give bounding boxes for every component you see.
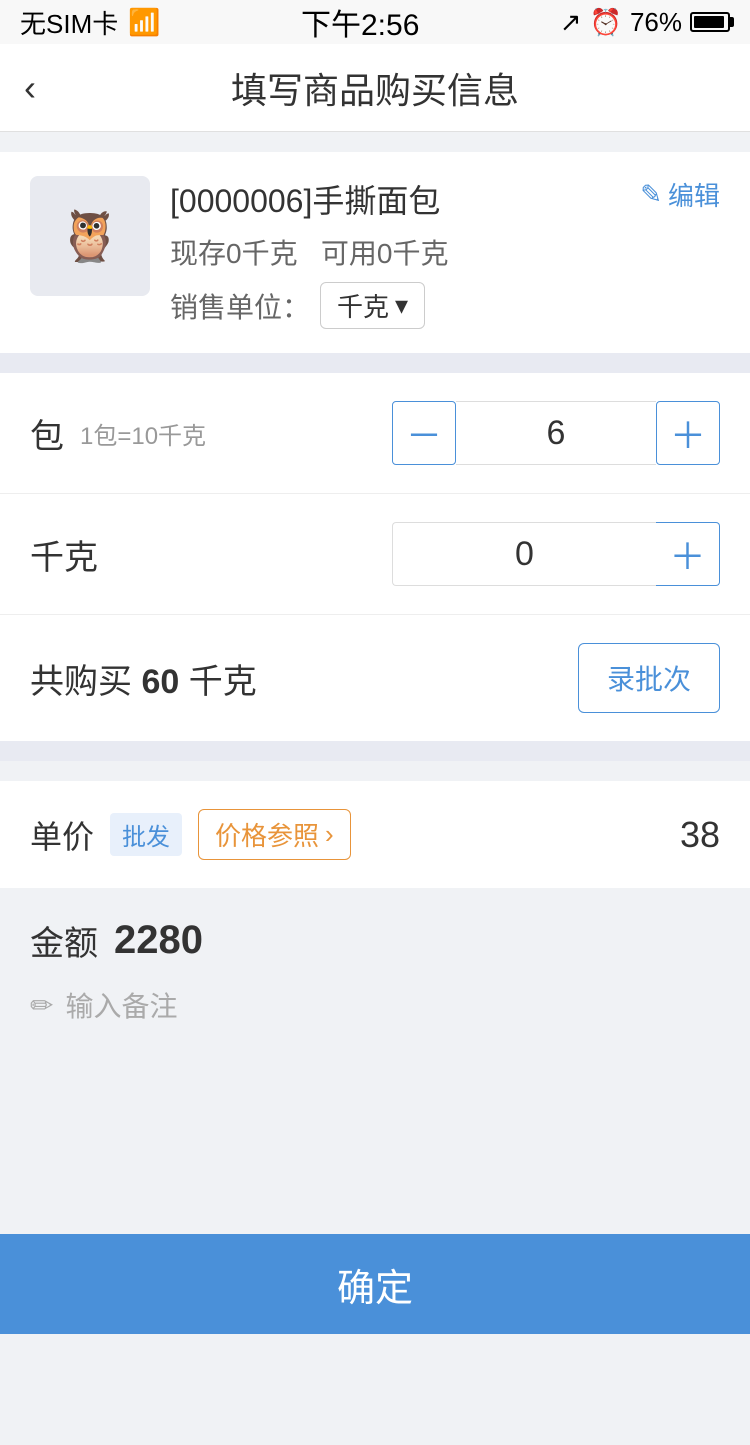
stock-available: 可用0千克 <box>321 238 449 269</box>
product-unit-row: 销售单位： 千克 ▾ <box>170 282 720 329</box>
package-minus-button[interactable]: － <box>392 401 456 465</box>
wifi-icon: 📶 <box>128 7 160 38</box>
carrier-label: 无SIM卡 <box>20 4 118 41</box>
kilogram-label: 千克 <box>30 530 392 579</box>
confirm-button[interactable]: 确定 <box>0 1234 750 1334</box>
summary-unit-text: 千克 <box>189 663 257 701</box>
summary-text: 共购买 60 千克 <box>30 654 257 703</box>
product-card: 🦉 [0000006]手撕面包 现存0千克 可用0千克 销售单位： 千克 ▾ ✎… <box>0 152 750 353</box>
summary-row: 共购买 60 千克 录批次 <box>0 615 750 741</box>
status-time: 下午2:56 <box>301 0 419 44</box>
kilogram-plus-button[interactable]: ＋ <box>656 522 720 586</box>
kilogram-label-text: 千克 <box>30 530 98 579</box>
price-section: 单价 批发 价格参照 › 38 <box>0 781 750 888</box>
price-label: 单价 <box>30 812 94 858</box>
kilogram-quantity-control: ＋ <box>392 522 720 586</box>
amount-row: 金额 2280 <box>30 916 720 965</box>
product-image: 🦉 <box>30 176 150 296</box>
page-title: 填写商品购买信息 <box>231 62 519 114</box>
price-tag: 批发 <box>110 813 182 856</box>
product-info: [0000006]手撕面包 现存0千克 可用0千克 销售单位： 千克 ▾ <box>170 176 720 329</box>
edit-button[interactable]: ✎ 编辑 <box>640 176 720 213</box>
kilogram-input-row: 千克 ＋ <box>0 494 750 615</box>
package-hint: 1包=10千克 <box>80 416 206 451</box>
note-icon: ✏ <box>30 989 53 1022</box>
back-button[interactable]: ‹ <box>24 67 36 109</box>
unit-label: 销售单位： <box>170 286 310 326</box>
status-left: 无SIM卡 📶 <box>20 4 161 41</box>
input-section: 包 1包=10千克 － ＋ 千克 ＋ <box>0 373 750 615</box>
divider-1 <box>0 353 750 373</box>
unit-select[interactable]: 千克 ▾ <box>320 282 425 329</box>
price-ref-button[interactable]: 价格参照 › <box>198 809 351 860</box>
divider-2 <box>0 741 750 761</box>
stock-current: 现存0千克 <box>170 238 298 269</box>
batch-button[interactable]: 录批次 <box>578 643 720 713</box>
nav-bar: ‹ 填写商品购买信息 <box>0 44 750 132</box>
unit-value: 千克 <box>337 287 389 324</box>
location-icon: ↗ <box>560 7 582 38</box>
note-row[interactable]: ✏ 输入备注 <box>30 985 720 1035</box>
summary-prefix: 共购买 <box>30 663 132 701</box>
alarm-icon: ⏰ <box>590 7 622 38</box>
amount-label: 金额 <box>30 916 98 965</box>
status-right: ↗ ⏰ 76% <box>560 7 730 38</box>
package-input-row: 包 1包=10千克 － ＋ <box>0 373 750 494</box>
price-value: 38 <box>680 814 720 856</box>
package-label: 包 1包=10千克 <box>30 409 392 458</box>
edit-icon: ✎ <box>640 179 662 210</box>
package-input[interactable] <box>456 401 656 465</box>
product-stock: 现存0千克 可用0千克 <box>170 232 720 272</box>
package-label-text: 包 <box>30 409 64 458</box>
price-ref-label: 价格参照 <box>215 816 319 853</box>
kilogram-input[interactable] <box>392 522 656 586</box>
summary-amount: 60 <box>141 663 179 701</box>
dropdown-arrow-icon: ▾ <box>395 290 408 321</box>
status-bar: 无SIM卡 📶 下午2:56 ↗ ⏰ 76% <box>0 0 750 44</box>
package-plus-button[interactable]: ＋ <box>656 401 720 465</box>
product-logo-icon: 🦉 <box>59 207 121 266</box>
note-placeholder: 输入备注 <box>65 985 177 1025</box>
price-ref-arrow-icon: › <box>325 819 334 850</box>
battery-percent: 76% <box>630 7 682 38</box>
battery-icon <box>690 12 730 32</box>
edit-label: 编辑 <box>668 176 720 213</box>
package-quantity-control: － ＋ <box>392 401 720 465</box>
amount-section: 金额 2280 ✏ 输入备注 <box>0 888 750 1045</box>
amount-value: 2280 <box>114 918 203 963</box>
product-name: [0000006]手撕面包 <box>170 176 720 222</box>
